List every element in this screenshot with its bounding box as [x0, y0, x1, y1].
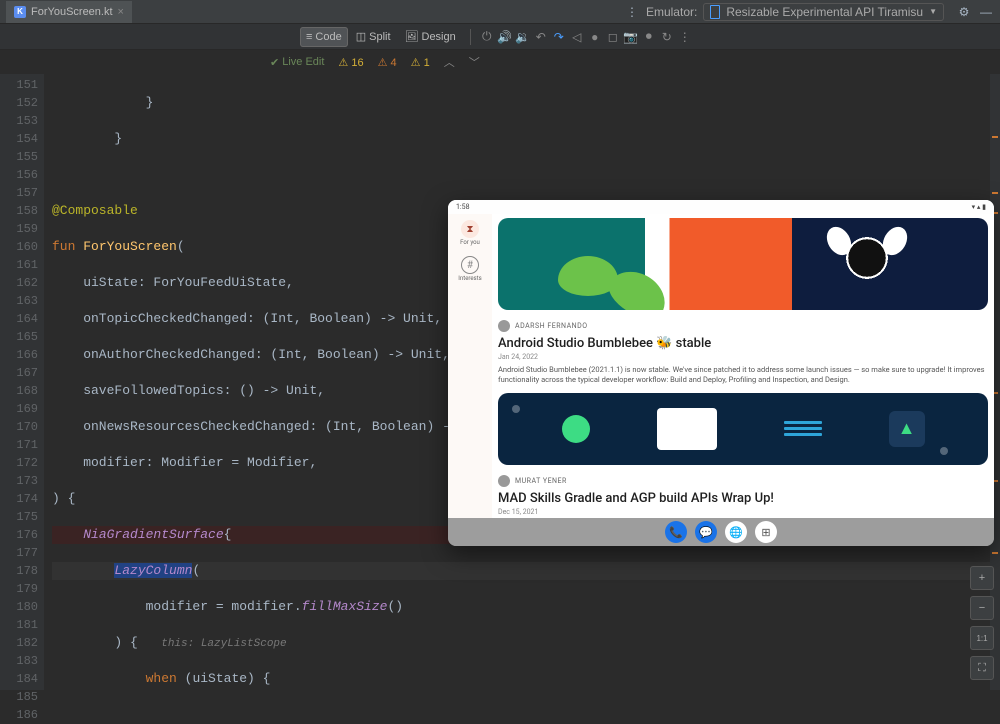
view-split-button[interactable]: ◫Split — [350, 27, 397, 47]
file-tab[interactable]: K ForYouScreen.kt × — [6, 1, 132, 23]
more-actions-icon[interactable]: ⋮ — [677, 29, 693, 45]
view-design-button[interactable]: 🖼Design — [399, 27, 462, 47]
article-card[interactable] — [498, 218, 988, 310]
article-card[interactable]: ▲ — [498, 393, 988, 465]
emulator-label: Emulator: — [646, 5, 697, 19]
emulator-content[interactable]: ADARSH FERNANDO Android Studio Bumblebee… — [492, 214, 994, 518]
upcoming-icon: ⧗ — [461, 220, 479, 238]
line-number-gutter: 151 152 153 154 155 156 157 158 159 160 … — [0, 74, 44, 690]
status-bar: ✔Live Edit ⚠ 16 ⚠ 4 ⚠ 1 ︿ ﹀ — [0, 50, 1000, 74]
emulator-window[interactable]: 1:58 ▾ ▴ ▮ ⧗ For you # Interests — [448, 200, 994, 546]
messages-app-icon[interactable]: 💬 — [695, 521, 717, 543]
signal-icons: ▾ ▴ ▮ — [972, 203, 986, 211]
emulator-device-dropdown[interactable]: Resizable Experimental API Tiramisu ▼ — [703, 3, 944, 21]
article-meta: MURAT YENER — [498, 471, 988, 491]
author-avatar — [498, 320, 510, 332]
rotate-left-icon[interactable]: ↶ — [533, 29, 549, 45]
split-icon: ◫ — [356, 30, 366, 43]
article-hero-image — [498, 218, 988, 310]
zoom-out-button[interactable]: − — [970, 596, 994, 620]
top-bar: K ForYouScreen.kt × ⋮ Emulator: Resizabl… — [0, 0, 1000, 24]
emulator-nav-rail: ⧗ For you # Interests — [448, 214, 492, 518]
volume-down-icon[interactable]: 🔉 — [515, 29, 531, 45]
design-icon: 🖼 — [405, 30, 419, 43]
tab-close-icon[interactable]: × — [118, 6, 124, 18]
author-name: ADARSH FERNANDO — [515, 322, 588, 330]
editor-toolbar: ≡Code ◫Split 🖼Design ⏻ 🔊 🔉 ↶ ↷ ◁ ● ◻ 📷 ⏺… — [0, 24, 1000, 50]
power-icon[interactable]: ⏻ — [479, 29, 495, 45]
back-icon[interactable]: ◁ — [569, 29, 585, 45]
phone-app-icon[interactable]: 📞 — [665, 521, 687, 543]
article-hero-image-2: ▲ — [498, 393, 988, 465]
emulator-status-bar: 1:58 ▾ ▴ ▮ — [448, 200, 994, 214]
check-icon: ✔ — [270, 56, 279, 69]
article-title: MAD Skills Gradle and AGP build APIs Wra… — [498, 491, 988, 506]
chrome-app-icon[interactable]: 🌐 — [725, 521, 747, 543]
home-icon[interactable]: ● — [587, 29, 603, 45]
snapshot-icon[interactable]: ↻ — [659, 29, 675, 45]
chevron-down-icon: ▼ — [929, 7, 937, 16]
warning-count-yellow[interactable]: ⚠ 16 — [338, 56, 363, 69]
expand-up-icon[interactable]: ︿ — [444, 54, 455, 70]
article-meta: ADARSH FERNANDO — [498, 316, 988, 336]
apps-grid-icon[interactable]: ⊞ — [755, 521, 777, 543]
zoom-controls: + − 1:1 ⛶ — [970, 566, 994, 680]
article-date: Jan 24, 2022 — [498, 353, 988, 361]
screenshot-icon[interactable]: 📷 — [623, 29, 639, 45]
zoom-actual-button[interactable]: 1:1 — [970, 626, 994, 650]
gear-icon[interactable]: ⚙ — [956, 4, 972, 20]
volume-up-icon[interactable]: 🔊 — [497, 29, 513, 45]
article-title: Android Studio Bumblebee 🐝 stable — [498, 336, 988, 351]
expand-down-icon[interactable]: ﹀ — [469, 54, 480, 70]
phone-icon — [710, 5, 720, 19]
code-icon: ≡ — [306, 31, 312, 43]
zoom-in-button[interactable]: + — [970, 566, 994, 590]
more-icon[interactable]: ⋮ — [624, 4, 640, 20]
emulator-device-name: Resizable Experimental API Tiramisu — [726, 5, 923, 19]
rotate-right-icon[interactable]: ↷ — [551, 29, 567, 45]
warning-count-yellow-2[interactable]: ⚠ 1 — [411, 56, 430, 69]
record-icon[interactable]: ⏺ — [641, 29, 657, 45]
overview-icon[interactable]: ◻ — [605, 29, 621, 45]
emulator-taskbar: 📞 💬 🌐 ⊞ — [448, 518, 994, 546]
warning-count-orange[interactable]: ⚠ 4 — [378, 56, 397, 69]
nav-for-you[interactable]: ⧗ For you — [460, 220, 480, 246]
article-excerpt: Android Studio Bumblebee (2021.1.1) is n… — [498, 365, 988, 385]
emulator-time: 1:58 — [456, 203, 470, 211]
tab-label: ForYouScreen.kt — [31, 6, 113, 18]
article-date: Dec 15, 2021 — [498, 508, 988, 516]
author-name: MURAT YENER — [515, 477, 567, 485]
hash-icon: # — [461, 256, 479, 274]
kotlin-file-icon: K — [14, 6, 26, 18]
nav-interests[interactable]: # Interests — [458, 256, 481, 282]
author-avatar — [498, 475, 510, 487]
zoom-fit-button[interactable]: ⛶ — [970, 656, 994, 680]
hide-icon[interactable]: — — [978, 4, 994, 20]
live-edit-status[interactable]: ✔Live Edit — [270, 56, 324, 69]
view-code-button[interactable]: ≡Code — [300, 27, 348, 47]
